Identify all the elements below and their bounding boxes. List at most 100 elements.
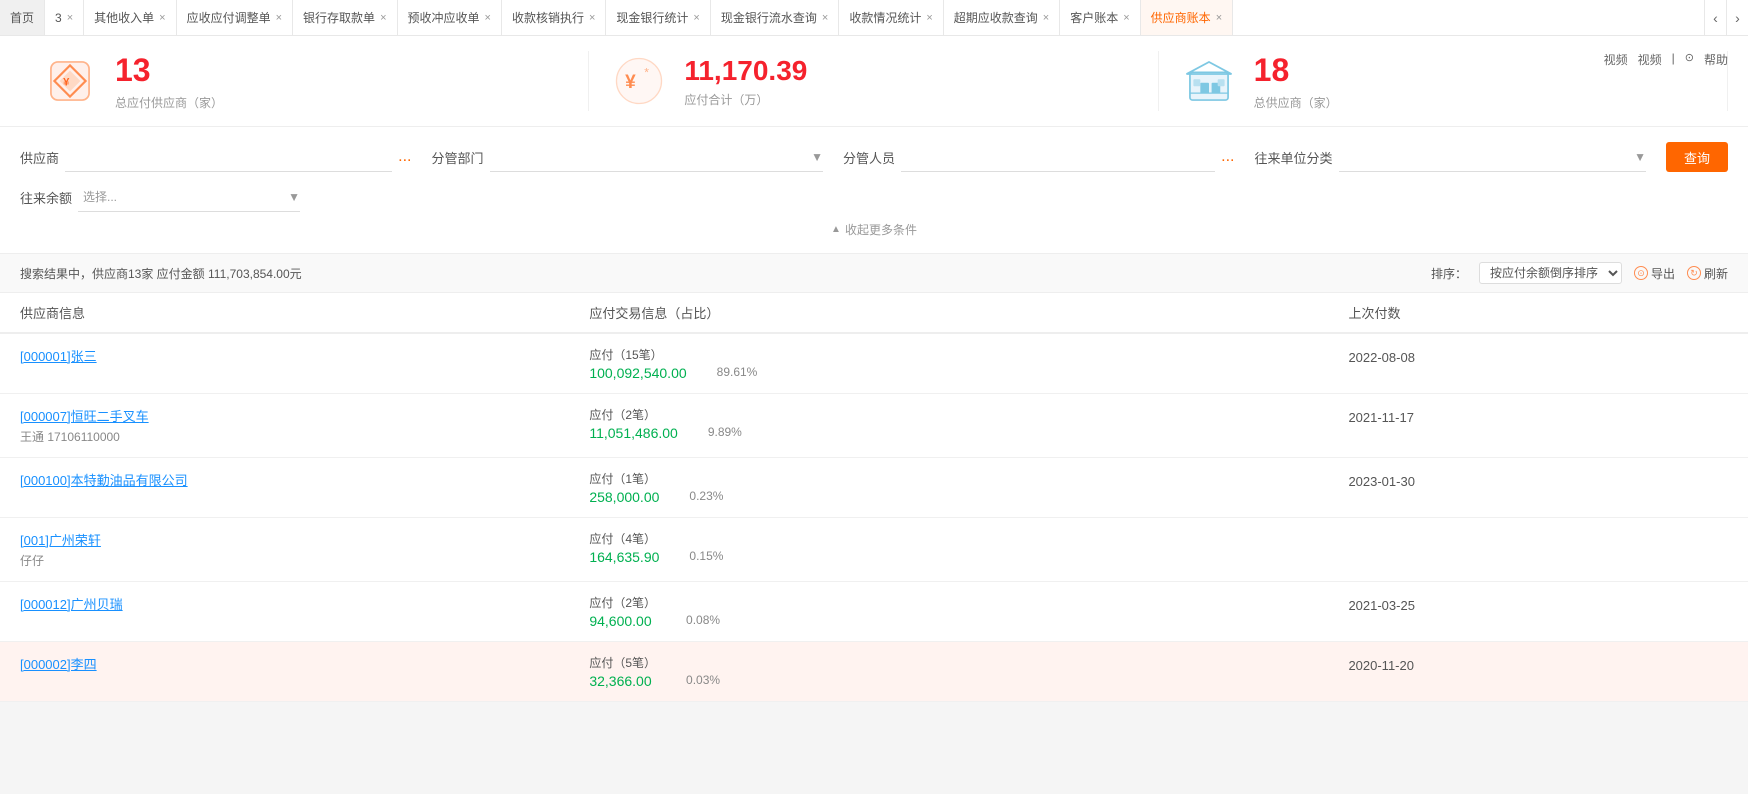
result-summary: 搜索结果中，供应商13家 应付金额 111,703,854.00元	[20, 265, 302, 282]
tx-type-label: 应付（5笔）	[589, 654, 656, 671]
supplier-sub-info: 王通 17106110000	[20, 428, 589, 445]
close-cash-stats-icon[interactable]: ×	[693, 12, 699, 24]
nav-customer-ledger[interactable]: 客户账本 ×	[1060, 0, 1140, 35]
table-row: [000100]本特勤油品有限公司 应付（1笔） 258,000.00 0.23…	[0, 458, 1748, 518]
nav-ap-adjustment[interactable]: 应收应付调整单 ×	[177, 0, 293, 35]
supplier-info-cell: [000007]恒旺二手叉车 王通 17106110000	[20, 406, 589, 445]
close-cash-flow-icon[interactable]: ×	[822, 12, 828, 24]
table-row: [000001]张三 应付（15笔） 100,092,540.00 89.61%…	[0, 334, 1748, 394]
nav-arrow-left[interactable]: ‹	[1704, 0, 1726, 36]
video-link[interactable]: 视频	[1604, 51, 1628, 68]
nav-overdue-ar[interactable]: 超期应收款查询 ×	[944, 0, 1060, 35]
dept-select-wrapper: ▼	[490, 142, 823, 172]
person-dots[interactable]: ...	[1221, 149, 1234, 165]
refresh-button[interactable]: ↻ 刷新	[1687, 265, 1728, 282]
collapse-arrow-icon: ▲	[831, 224, 841, 235]
close-collection-exec-icon[interactable]: ×	[589, 12, 595, 24]
supplier-name-link[interactable]: [000100]本特勤油品有限公司	[20, 470, 589, 489]
nav-other-income[interactable]: 其他收入单 ×	[84, 0, 176, 35]
balance-select[interactable]: 选择...	[78, 190, 288, 204]
category-select-wrapper: ▼	[1339, 142, 1646, 172]
transaction-cell: 应付（2笔） 94,600.00 0.08%	[589, 594, 1348, 629]
supplier-name-link[interactable]: [000001]张三	[20, 346, 589, 365]
last-pay-date-value: 2023-01-30	[1348, 470, 1728, 489]
dept-select[interactable]	[490, 150, 812, 164]
tx-amount-value[interactable]: 94,600.00	[589, 613, 656, 629]
nav-cash-stats[interactable]: 现金银行统计 ×	[606, 0, 710, 35]
nav-arrow-right[interactable]: ›	[1726, 0, 1748, 36]
links-separator: |	[1672, 51, 1675, 68]
supplier-name-link[interactable]: [001]广州荣轩	[20, 530, 589, 549]
filter-row-1: 供应商 ... 分管部门 ▼ 分管人员 ... 往来单位分类	[20, 142, 1728, 172]
tx-percent-value: 0.08%	[686, 613, 720, 629]
close-collection-stats-icon[interactable]: ×	[926, 12, 932, 24]
tx-amount-value[interactable]: 32,366.00	[589, 673, 656, 689]
tx-type-label: 应付（1笔）	[589, 470, 659, 487]
supplier-info-cell: [000012]广州贝瑞	[20, 594, 589, 613]
filter-balance: 往来余额 选择... ▼	[20, 182, 300, 212]
dept-chevron-icon: ▼	[811, 150, 823, 164]
table-row: [001]广州荣轩 仔仔 应付（4笔） 164,635.90 0.15%	[0, 518, 1748, 582]
col-header-lastpay: 上次付数	[1348, 303, 1728, 322]
close-other-income-icon[interactable]: ×	[159, 12, 165, 24]
tx-percent-value: 0.15%	[689, 549, 723, 565]
supplier-dots[interactable]: ...	[398, 149, 411, 165]
svg-text:*: *	[645, 66, 650, 80]
filter-person: 分管人员 ...	[843, 142, 1235, 172]
last-pay-date-value: 2022-08-08	[1348, 346, 1728, 365]
collapse-button[interactable]: ▲ 收起更多条件	[821, 218, 927, 241]
supplier-name-link[interactable]: [000007]恒旺二手叉车	[20, 406, 589, 425]
supplier-name-link[interactable]: [000002]李四	[20, 654, 589, 673]
person-input[interactable]	[901, 142, 1215, 172]
filter-section: 供应商 ... 分管部门 ▼ 分管人员 ... 往来单位分类	[0, 127, 1748, 254]
export-icon: ⊙	[1634, 266, 1648, 280]
tx-amount-value[interactable]: 258,000.00	[589, 489, 659, 505]
stat-total-ap-suppliers: ¥ 13 总应付供应商（家）	[20, 51, 589, 111]
col-header-supplier: 供应商信息	[20, 303, 589, 322]
tx-amount-value[interactable]: 100,092,540.00	[589, 365, 686, 381]
close-prepay-ar-icon[interactable]: ×	[485, 12, 491, 24]
tx-info-wrapper: 应付（1笔） 258,000.00 0.23%	[589, 470, 1348, 505]
tx-amount-value[interactable]: 164,635.90	[589, 549, 659, 565]
svg-text:¥: ¥	[63, 76, 70, 88]
sort-select[interactable]: 按应付余额倒序排序	[1479, 262, 1622, 284]
result-bar: 搜索结果中，供应商13家 应付金额 111,703,854.00元 排序： 按应…	[0, 254, 1748, 293]
nav-bank-deposit[interactable]: 银行存取款单 ×	[293, 0, 397, 35]
supplier-info-cell: [001]广州荣轩 仔仔	[20, 530, 589, 569]
close-customer-ledger-icon[interactable]: ×	[1123, 12, 1129, 24]
filter-dept: 分管部门 ▼	[432, 142, 824, 172]
help-link-text[interactable]: 帮助	[1704, 51, 1728, 68]
svg-text:¥: ¥	[625, 72, 636, 93]
tx-details: 应付（15笔） 100,092,540.00	[589, 346, 686, 381]
store-icon	[1179, 51, 1239, 111]
category-select[interactable]	[1339, 150, 1635, 164]
data-table: 供应商信息 应付交易信息（占比） 上次付数 [000001]张三 应付（15笔）…	[0, 293, 1748, 702]
tx-type-label: 应付（4笔）	[589, 530, 659, 547]
supplier-input[interactable]	[65, 142, 392, 172]
currency-icon: ¥ *	[609, 51, 669, 111]
query-button[interactable]: 查询	[1666, 142, 1728, 172]
tx-percent-value: 0.23%	[689, 489, 723, 505]
last-pay-date-value	[1348, 530, 1728, 534]
collapse-label: 收起更多条件	[845, 221, 917, 238]
nav-collection-exec[interactable]: 收款核销执行 ×	[502, 0, 606, 35]
nav-tab-3[interactable]: 3 ×	[45, 0, 84, 35]
stat2-label: 应付合计（万）	[684, 91, 1137, 108]
close-tab-3-icon[interactable]: ×	[67, 12, 73, 24]
close-ap-adjustment-icon[interactable]: ×	[276, 12, 282, 24]
video-link-text[interactable]: 视频	[1638, 51, 1662, 68]
tx-type-label: 应付（15笔）	[589, 346, 686, 363]
export-button[interactable]: ⊙ 导出	[1634, 265, 1675, 282]
nav-collection-stats[interactable]: 收款情况统计 ×	[839, 0, 943, 35]
nav-prepay-ar[interactable]: 预收冲应收单 ×	[398, 0, 502, 35]
tx-amount-value[interactable]: 11,051,486.00	[589, 425, 678, 441]
supplier-name-link[interactable]: [000012]广州贝瑞	[20, 594, 589, 613]
close-supplier-ledger-icon[interactable]: ×	[1216, 12, 1222, 24]
table-row: [000002]李四 应付（5笔） 32,366.00 0.03% 2020-1…	[0, 642, 1748, 702]
nav-home[interactable]: 首页	[0, 0, 45, 35]
nav-cash-flow[interactable]: 现金银行流水查询 ×	[711, 0, 839, 35]
nav-supplier-ledger[interactable]: 供应商账本 ×	[1141, 0, 1233, 35]
close-overdue-ar-icon[interactable]: ×	[1043, 12, 1049, 24]
close-bank-deposit-icon[interactable]: ×	[380, 12, 386, 24]
filter-category: 往来单位分类 ▼	[1255, 142, 1647, 172]
